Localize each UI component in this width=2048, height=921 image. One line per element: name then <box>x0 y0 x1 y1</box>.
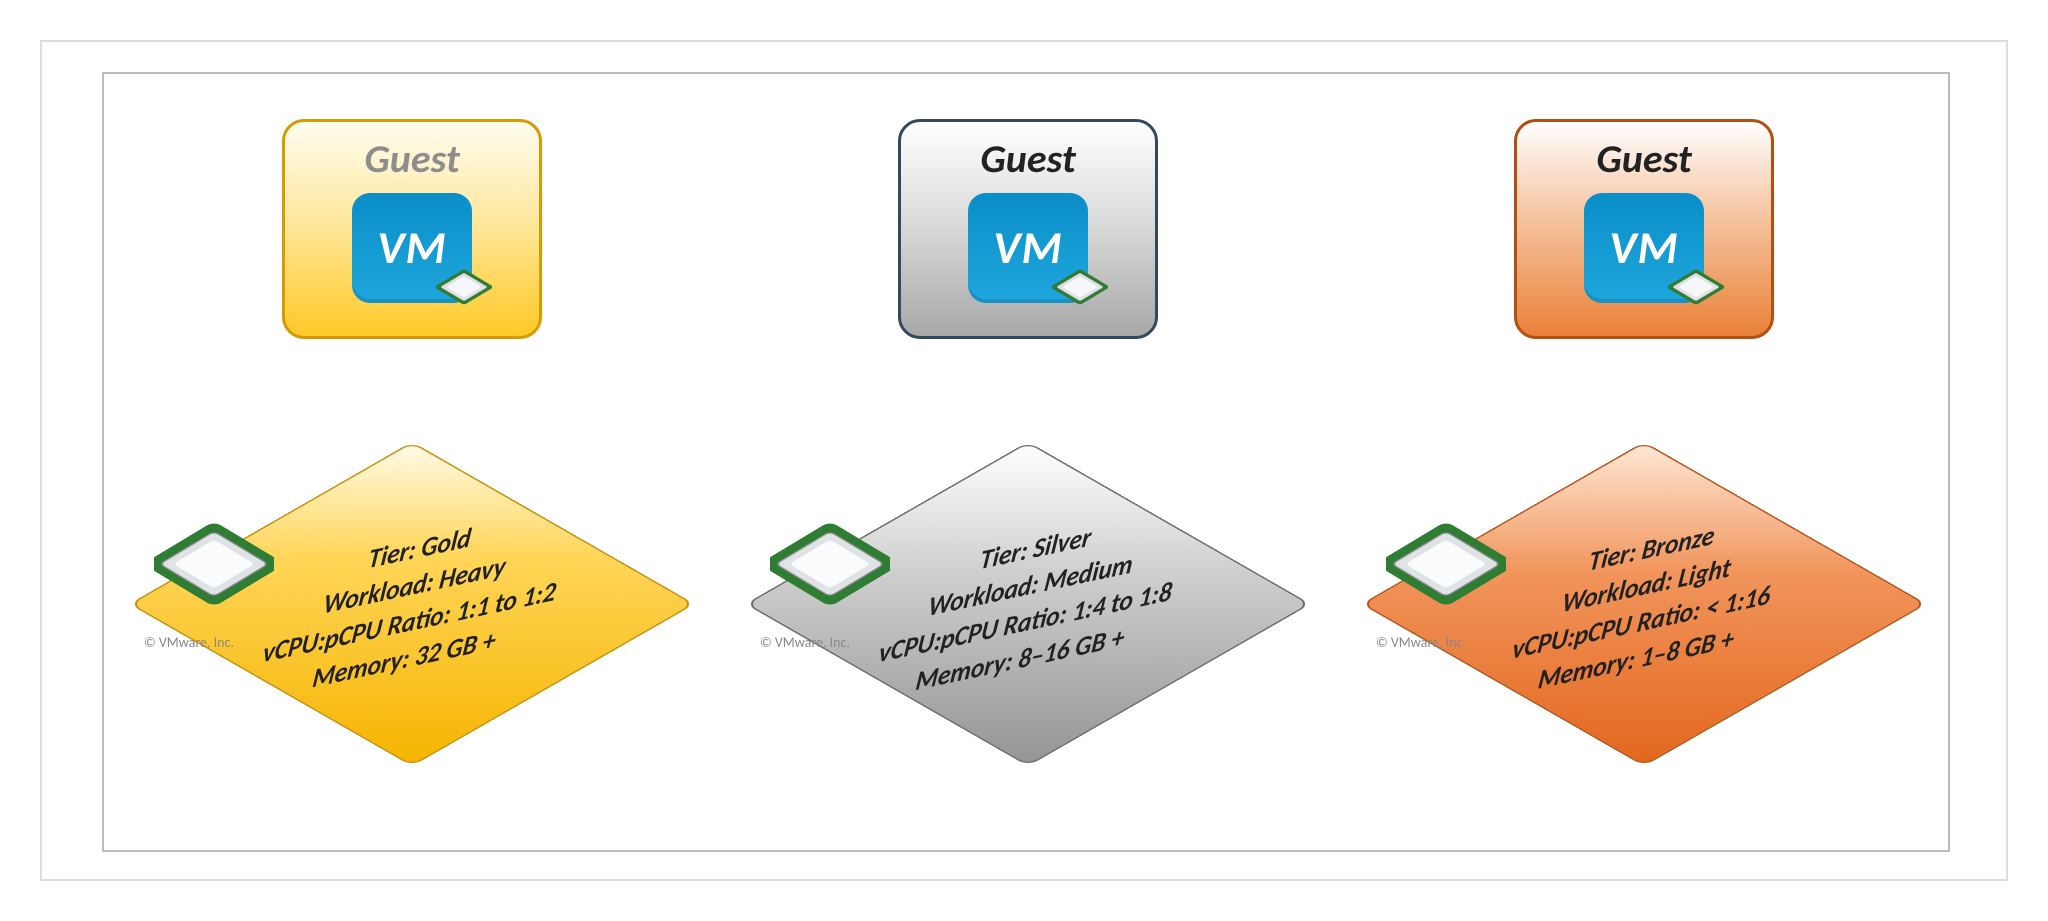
copyright-text: © VMware, Inc. <box>760 634 850 651</box>
guest-label: Guest <box>364 134 459 183</box>
cpu-chip-icon <box>1386 504 1506 624</box>
tier-silver: Tier: Silver Workload: Medium vCPU:pCPU … <box>720 74 1336 854</box>
guest-card-silver: Guest VM <box>898 119 1158 339</box>
vm-badge-bronze: VM <box>1584 193 1704 303</box>
inner-frame: Tier: Gold Workload: Heavy vCPU:pCPU Rat… <box>102 72 1950 852</box>
copyright-text: © VMware, Inc. <box>1376 634 1466 651</box>
guest-label: Guest <box>1596 134 1691 183</box>
cpu-chip-icon <box>1052 259 1108 315</box>
cpu-chip-icon <box>770 504 890 624</box>
vm-badge-silver: VM <box>968 193 1088 303</box>
tier-bronze: Tier: Bronze Workload: Light vCPU:pCPU R… <box>1336 74 1952 854</box>
cpu-chip-icon <box>436 259 492 315</box>
cpu-chip-icon <box>1668 259 1724 315</box>
cpu-chip-icon <box>154 504 274 624</box>
outer-frame: Tier: Gold Workload: Heavy vCPU:pCPU Rat… <box>40 40 2008 881</box>
vm-badge-gold: VM <box>352 193 472 303</box>
tier-gold: Tier: Gold Workload: Heavy vCPU:pCPU Rat… <box>104 74 720 854</box>
guest-card-gold: Guest VM <box>282 119 542 339</box>
guest-label: Guest <box>980 134 1075 183</box>
guest-card-bronze: Guest VM <box>1514 119 1774 339</box>
copyright-text: © VMware, Inc. <box>144 634 234 651</box>
